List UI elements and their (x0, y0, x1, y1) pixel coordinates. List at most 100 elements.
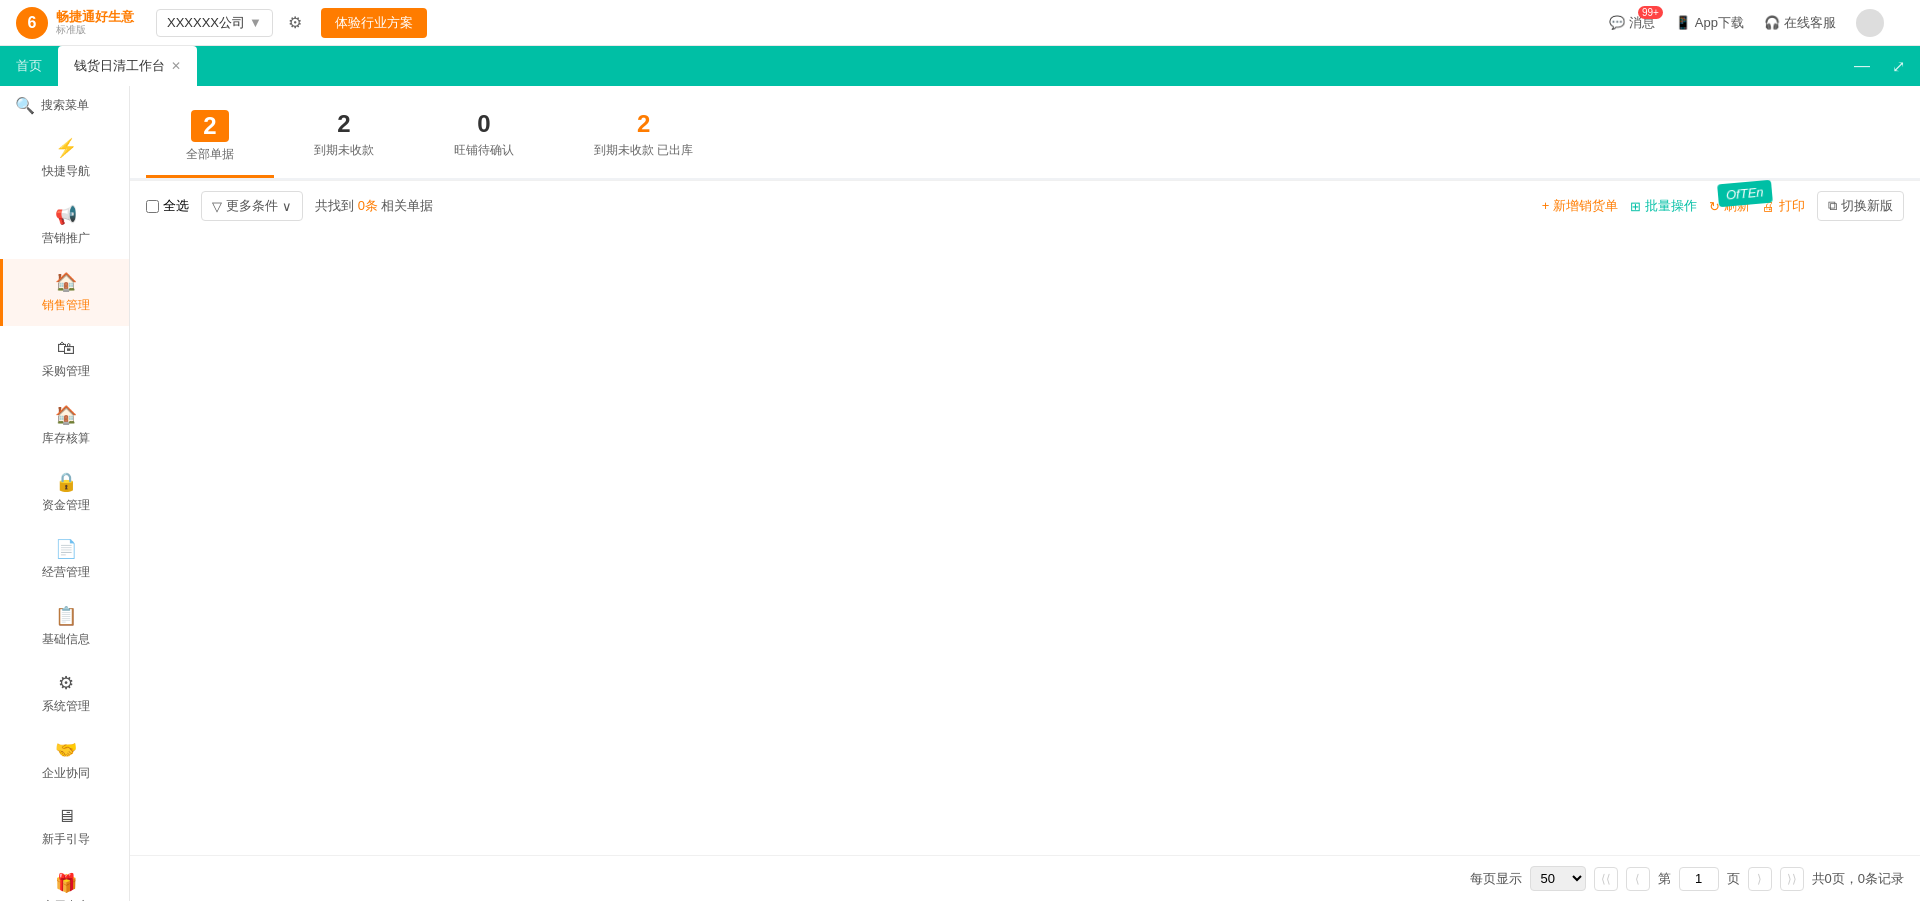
logo-area: 6 畅捷通好生意 标准版 (16, 7, 146, 39)
sidebar-item-system[interactable]: ⚙ 系统管理 (0, 660, 129, 727)
sidebar-search-label: 搜索菜单 (41, 97, 89, 114)
app-download-icon: 📱 (1675, 15, 1691, 30)
top-header: 6 畅捷通好生意 标准版 XXXXXX公司 ▼ ⚙ 体验行业方案 💬 消息 99… (0, 0, 1920, 46)
stat-tab-shipped-number: 2 (637, 110, 650, 138)
sidebar-item-label: 销售管理 (42, 297, 90, 314)
company-selector[interactable]: XXXXXX公司 ▼ (156, 9, 273, 37)
stat-tab-wangpu[interactable]: 0 旺铺待确认 (414, 102, 554, 178)
sidebar-item-appcenter[interactable]: 🎁 应用中心 (0, 860, 129, 901)
switch-icon: ⧉ (1828, 198, 1837, 214)
prev-page-button[interactable]: ⟨ (1626, 867, 1650, 891)
message-badge: 99+ (1638, 6, 1663, 19)
logo-text: 畅捷通好生意 标准版 (56, 9, 134, 37)
tab-bar-actions: — ⤢ (1848, 52, 1920, 80)
per-page-select[interactable]: 50 100 200 (1530, 866, 1586, 891)
filter-chevron-icon: ∨ (282, 199, 292, 214)
online-service-label: 在线客服 (1784, 14, 1836, 32)
tab-home[interactable]: 首页 (0, 46, 58, 86)
operations-icon: 📄 (55, 538, 77, 560)
logo-sub: 标准版 (56, 24, 134, 36)
sidebar-search[interactable]: 🔍 搜索菜单 (0, 86, 129, 125)
sidebar-item-guide[interactable]: 🖥 新手引导 (0, 794, 129, 860)
company-name: XXXXXX公司 (167, 14, 245, 32)
sidebar: 🔍 搜索菜单 ⚡ 快捷导航 📢 营销推广 🏠 销售管理 🛍 采购管理 🏠 库存核… (0, 86, 130, 901)
sidebar-item-quicknav[interactable]: ⚡ 快捷导航 (0, 125, 129, 192)
sidebar-item-label: 企业协同 (42, 765, 90, 782)
switch-label: 切换新版 (1841, 197, 1893, 215)
headset-icon: 🎧 (1764, 15, 1780, 30)
select-all-checkbox[interactable]: 全选 (146, 197, 189, 215)
add-order-button[interactable]: + 新增销货单 (1542, 197, 1618, 215)
found-suffix: 相关单据 (381, 198, 433, 213)
batch-label: 批量操作 (1645, 197, 1697, 215)
sidebar-item-label: 系统管理 (42, 698, 90, 715)
finance-icon: 🔒 (55, 471, 77, 493)
often-badge: OfTEn (1718, 180, 1773, 208)
sidebar-item-sales[interactable]: 🏠 销售管理 (0, 259, 129, 326)
batch-operation-button[interactable]: ⊞ 批量操作 (1630, 197, 1697, 215)
settings-button[interactable]: ⚙ (281, 9, 309, 37)
purchase-icon: 🛍 (57, 338, 75, 359)
online-service-button[interactable]: 🎧 在线客服 (1764, 14, 1836, 32)
stat-tab-all[interactable]: 2 全部单据 (146, 102, 274, 178)
switch-version-button[interactable]: ⧉ 切换新版 (1817, 191, 1904, 221)
stat-tab-overdue[interactable]: 2 到期未收款 (274, 102, 414, 178)
total-label: 共0页，0条记录 (1812, 870, 1904, 888)
content-area: 2 全部单据 2 到期未收款 0 旺铺待确认 2 到期未收款 已出库 全选 (130, 86, 1920, 901)
print-label: 打印 (1779, 197, 1805, 215)
appcenter-icon: 🎁 (55, 872, 77, 894)
filter-icon: ▽ (212, 199, 222, 214)
sales-icon: 🏠 (55, 271, 77, 293)
header-right: 💬 消息 99+ 📱 App下载 🎧 在线客服 (1609, 9, 1904, 37)
app-download-button[interactable]: 📱 App下载 (1675, 14, 1744, 32)
sidebar-item-purchase[interactable]: 🛍 采购管理 (0, 326, 129, 392)
select-all-input[interactable] (146, 200, 159, 213)
sidebar-item-operations[interactable]: 📄 经营管理 (0, 526, 129, 593)
app-download-label: App下载 (1695, 14, 1744, 32)
filter-button[interactable]: ▽ 更多条件 ∨ (201, 191, 303, 221)
stat-tab-shipped-label: 到期未收款 已出库 (594, 142, 693, 159)
found-count: 0条 (358, 198, 378, 213)
batch-icon: ⊞ (1630, 199, 1641, 214)
tab-bar: 首页 钱货日清工作台 ✕ — ⤢ (0, 46, 1920, 86)
stat-tab-wangpu-number: 0 (477, 110, 490, 138)
sidebar-item-label: 快捷导航 (42, 163, 90, 180)
quicknav-icon: ⚡ (55, 137, 77, 159)
last-page-button[interactable]: ⟩⟩ (1780, 867, 1804, 891)
sidebar-item-label: 库存核算 (42, 430, 90, 447)
per-page-label: 每页显示 (1470, 870, 1522, 888)
tab-close-icon[interactable]: ✕ (171, 59, 181, 73)
toolbar: 全选 ▽ 更多条件 ∨ 共找到 0条 相关单据 + 新增销货单 ⊞ 批量操作 ↻ (130, 180, 1920, 231)
stat-tab-overdue-label: 到期未收款 (314, 142, 374, 159)
marketing-icon: 📢 (55, 204, 77, 226)
sidebar-item-basics[interactable]: 📋 基础信息 (0, 593, 129, 660)
found-text: 共找到 0条 相关单据 (315, 197, 433, 215)
sidebar-item-finance[interactable]: 🔒 资金管理 (0, 459, 129, 526)
inventory-icon: 🏠 (55, 404, 77, 426)
page-number-input[interactable] (1679, 867, 1719, 891)
select-all-label: 全选 (163, 197, 189, 215)
sidebar-item-label: 基础信息 (42, 631, 90, 648)
stat-tab-all-number: 2 (191, 110, 228, 142)
tab-minimize-button[interactable]: — (1848, 52, 1876, 80)
sidebar-item-label: 采购管理 (42, 363, 90, 380)
tab-maximize-button[interactable]: ⤢ (1884, 52, 1912, 80)
tab-workbench[interactable]: 钱货日清工作台 ✕ (58, 46, 197, 86)
company-arrow-icon: ▼ (249, 15, 262, 30)
stat-tab-shipped[interactable]: 2 到期未收款 已出库 (554, 102, 733, 178)
trial-button[interactable]: 体验行业方案 (321, 8, 427, 38)
sidebar-item-inventory[interactable]: 🏠 库存核算 (0, 392, 129, 459)
logo-main: 畅捷通好生意 (56, 9, 134, 25)
stat-tab-wangpu-label: 旺铺待确认 (454, 142, 514, 159)
message-icon: 💬 (1609, 15, 1625, 30)
sidebar-item-label: 资金管理 (42, 497, 90, 514)
sidebar-item-marketing[interactable]: 📢 营销推广 (0, 192, 129, 259)
next-page-button[interactable]: ⟩ (1748, 867, 1772, 891)
first-page-button[interactable]: ⟨⟨ (1594, 867, 1618, 891)
sidebar-item-label: 新手引导 (42, 831, 90, 848)
collab-icon: 🤝 (55, 739, 77, 761)
message-button[interactable]: 💬 消息 99+ (1609, 14, 1655, 32)
sidebar-item-collab[interactable]: 🤝 企业协同 (0, 727, 129, 794)
sidebar-item-label: 营销推广 (42, 230, 90, 247)
avatar[interactable] (1856, 9, 1884, 37)
